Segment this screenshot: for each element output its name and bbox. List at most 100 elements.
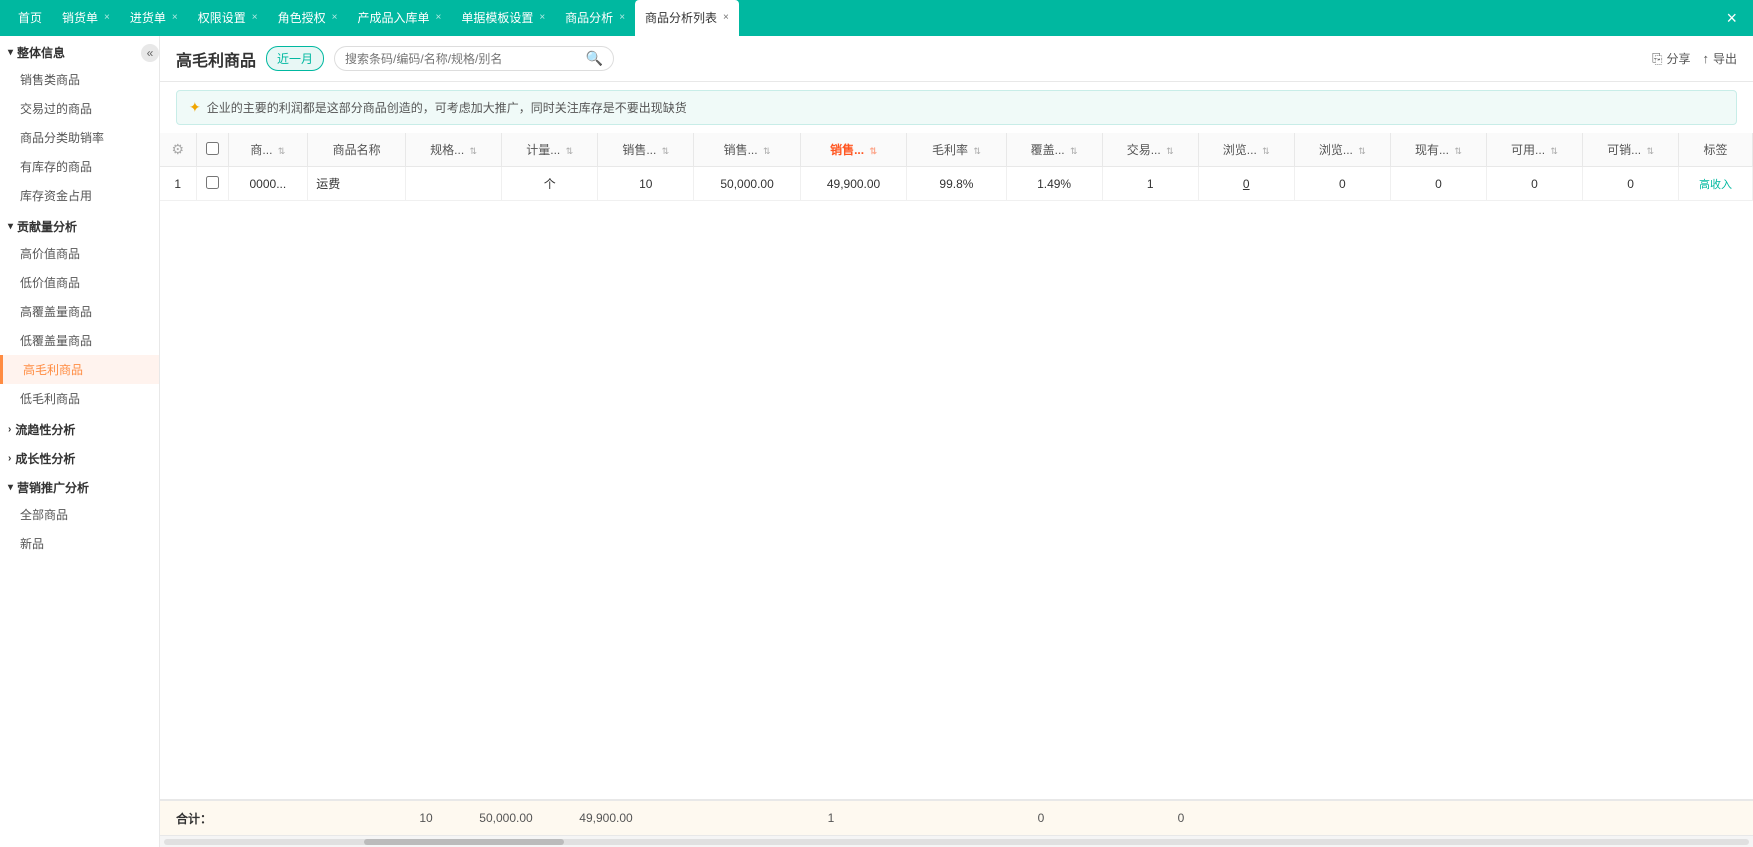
sidebar-item-category-rate[interactable]: 商品分类助销率	[0, 123, 159, 152]
table-header-row: ⚙ 商... ⇅ 商品名称 规格...	[160, 133, 1753, 167]
col-name: 商品名称	[308, 133, 406, 167]
cell-code: 0000...	[228, 167, 308, 201]
sort-browse2-icon: ⇅	[1358, 146, 1366, 157]
col-browse1[interactable]: 浏览... ⇅	[1198, 133, 1294, 167]
group-arrow-trend: ›	[8, 424, 11, 435]
sort-available-stock-icon: ⇅	[1550, 146, 1558, 157]
info-banner: ✦ 企业的主要的利润都是这部分商品创造的，可考虑加大推广，同时关注库存是不要出现…	[176, 90, 1737, 125]
col-spec[interactable]: 规格... ⇅	[406, 133, 502, 167]
export-button[interactable]: ↑ 导出	[1702, 50, 1737, 67]
scrollbar-track	[164, 839, 1749, 845]
sort-unit-icon: ⇅	[566, 146, 574, 157]
close-analysis-tab[interactable]: ×	[619, 0, 625, 36]
filter-recent-month[interactable]: 近一月	[266, 46, 324, 71]
sidebar-collapse-btn[interactable]: «	[141, 44, 159, 62]
scrollbar-thumb[interactable]	[364, 839, 564, 845]
search-input[interactable]	[345, 52, 581, 66]
cell-browse2: 0	[1294, 167, 1390, 201]
nav-item-analysis[interactable]: 商品分析 ×	[555, 0, 635, 36]
nav-item-template[interactable]: 单据模板设置 ×	[451, 0, 555, 36]
total-available-stock	[1076, 811, 1146, 825]
col-checkbox[interactable]	[196, 133, 228, 167]
col-current-stock[interactable]: 现有... ⇅	[1390, 133, 1486, 167]
sidebar-item-low-value[interactable]: 低价值商品	[0, 268, 159, 297]
header-actions: ⎘ 分享 ↑ 导出	[1652, 50, 1737, 67]
col-gross-margin[interactable]: 毛利率 ⇅	[907, 133, 1006, 167]
col-coverage[interactable]: 覆盖... ⇅	[1006, 133, 1102, 167]
total-sellable-stock: 0	[1146, 811, 1216, 825]
select-all-checkbox[interactable]	[206, 142, 219, 155]
cell-sales-amount: 50,000.00	[694, 167, 800, 201]
nav-item-warehousing[interactable]: 产成品入库单 ×	[347, 0, 451, 36]
col-browse2[interactable]: 浏览... ⇅	[1294, 133, 1390, 167]
group-arrow-overall: ▾	[8, 47, 13, 58]
sidebar-group-growth[interactable]: › 成长性分析	[0, 442, 159, 471]
data-table-wrapper[interactable]: ⚙ 商... ⇅ 商品名称 规格...	[160, 133, 1753, 799]
sidebar-group-contribution[interactable]: ▾ 贡献量分析	[0, 210, 159, 239]
col-sales-amount[interactable]: 销售... ⇅	[694, 133, 800, 167]
close-warehousing-tab[interactable]: ×	[435, 0, 441, 36]
sidebar-item-high-value[interactable]: 高价值商品	[0, 239, 159, 268]
search-box: 🔍	[334, 46, 614, 71]
group-arrow-contribution: ▾	[8, 221, 13, 232]
share-button[interactable]: ⎘ 分享	[1652, 50, 1690, 67]
sidebar-group-marketing[interactable]: ▾ 营销推广分析	[0, 471, 159, 500]
nav-item-home[interactable]: 首页	[8, 0, 52, 36]
sidebar-item-stock-funds[interactable]: 库存资金占用	[0, 181, 159, 210]
col-sellable-stock[interactable]: 可销... ⇅	[1583, 133, 1679, 167]
cell-tag: 高收入	[1679, 167, 1753, 201]
col-available-stock[interactable]: 可用... ⇅	[1486, 133, 1582, 167]
nav-item-role[interactable]: 角色授权 ×	[268, 0, 348, 36]
close-all-tabs[interactable]: ×	[1718, 8, 1745, 29]
close-permission-tab[interactable]: ×	[252, 0, 258, 36]
group-arrow-marketing: ▾	[8, 482, 13, 493]
sort-gross-margin-icon: ⇅	[973, 146, 981, 157]
col-code[interactable]: 商... ⇅	[228, 133, 308, 167]
sidebar-item-low-margin[interactable]: 低毛利商品	[0, 384, 159, 413]
sidebar-item-traded-goods[interactable]: 交易过的商品	[0, 94, 159, 123]
bottom-scrollbar[interactable]	[160, 835, 1753, 847]
nav-item-analysis-list[interactable]: 商品分析列表 ×	[635, 0, 739, 36]
sidebar-item-high-margin[interactable]: 高毛利商品	[0, 355, 159, 384]
total-coverage	[726, 811, 796, 825]
data-table: ⚙ 商... ⇅ 商品名称 规格...	[160, 133, 1753, 201]
col-unit[interactable]: 计量... ⇅	[502, 133, 598, 167]
total-transaction: 1	[796, 811, 866, 825]
cell-transaction: 1	[1102, 167, 1198, 201]
content-header: 高毛利商品 近一月 🔍 ⎘ 分享 ↑ 导出	[160, 36, 1753, 82]
sidebar-group-overall[interactable]: ▾ 整体信息	[0, 36, 159, 65]
sidebar-item-high-coverage[interactable]: 高覆盖量商品	[0, 297, 159, 326]
col-sales-profit[interactable]: 销售... ⇅	[800, 133, 906, 167]
sidebar-group-trend[interactable]: › 流趋性分析	[0, 413, 159, 442]
total-gross-margin	[656, 811, 726, 825]
sort-sales-profit-icon: ⇅	[869, 146, 877, 157]
cell-sales-qty: 10	[598, 167, 694, 201]
sidebar-item-low-coverage[interactable]: 低覆盖量商品	[0, 326, 159, 355]
nav-item-permission[interactable]: 权限设置 ×	[188, 0, 268, 36]
cell-browse1[interactable]: 0	[1198, 167, 1294, 201]
sort-sellable-stock-icon: ⇅	[1646, 146, 1654, 157]
close-role-tab[interactable]: ×	[332, 0, 338, 36]
sidebar-item-sales-goods[interactable]: 销售类商品	[0, 65, 159, 94]
sort-coverage-icon: ⇅	[1070, 146, 1078, 157]
close-template-tab[interactable]: ×	[539, 0, 545, 36]
sidebar-item-all-goods[interactable]: 全部商品	[0, 500, 159, 529]
search-icon[interactable]: 🔍	[586, 50, 603, 67]
col-settings[interactable]: ⚙	[160, 133, 196, 167]
sort-browse1-icon: ⇅	[1262, 146, 1270, 157]
total-label: 合计：	[176, 810, 396, 827]
col-transaction[interactable]: 交易... ⇅	[1102, 133, 1198, 167]
close-analysis-list-tab[interactable]: ×	[723, 0, 729, 36]
row-checkbox[interactable]	[206, 176, 219, 189]
cell-coverage: 1.49%	[1006, 167, 1102, 201]
close-purchase-tab[interactable]: ×	[172, 0, 178, 36]
sidebar-item-in-stock[interactable]: 有库存的商品	[0, 152, 159, 181]
cell-current-stock: 0	[1390, 167, 1486, 201]
sidebar-item-new-goods[interactable]: 新品	[0, 529, 159, 558]
col-sales-qty[interactable]: 销售... ⇅	[598, 133, 694, 167]
nav-item-purchase[interactable]: 进货单 ×	[120, 0, 188, 36]
close-sales-tab[interactable]: ×	[104, 0, 110, 36]
cell-checkbox[interactable]	[196, 167, 228, 201]
browse1-link[interactable]: 0	[1243, 177, 1250, 191]
nav-item-sales[interactable]: 销货单 ×	[52, 0, 120, 36]
